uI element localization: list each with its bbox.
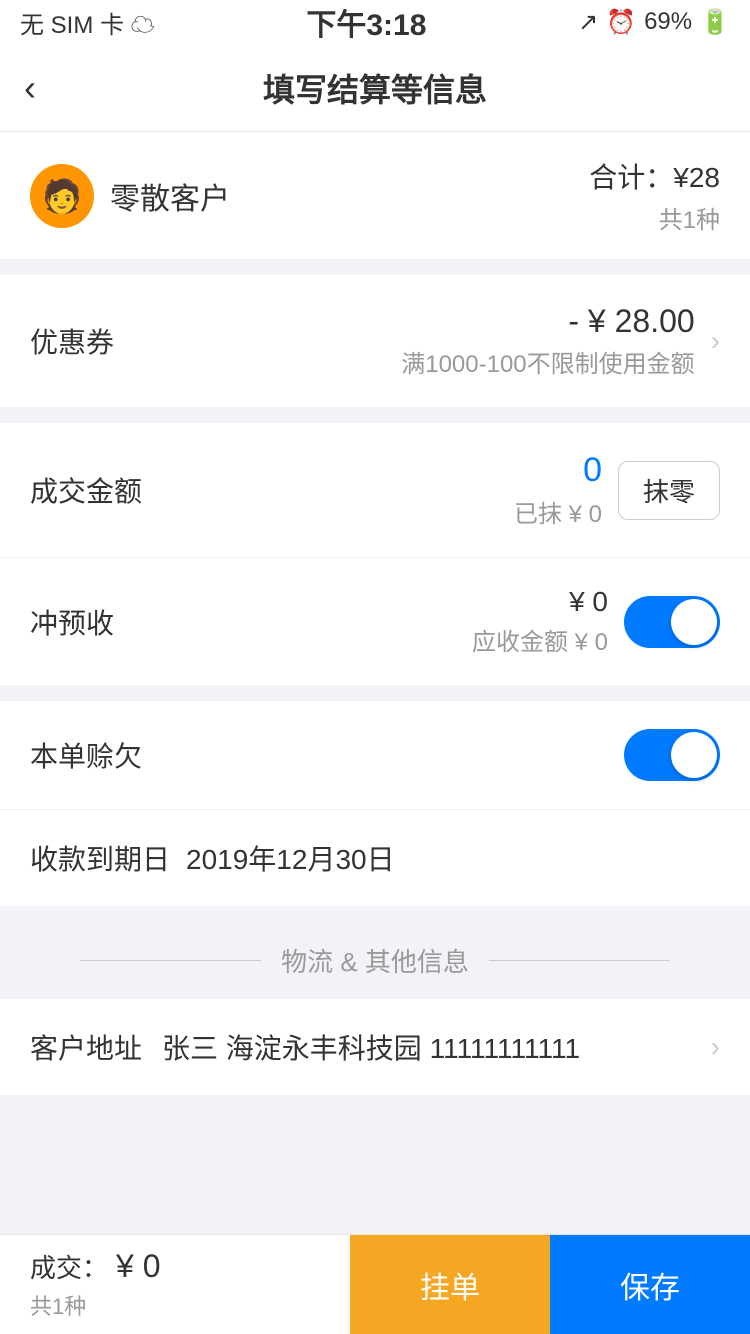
coupon-value-group: - ¥ 28.00 满1000-100不限制使用金额 <box>401 303 694 379</box>
precharge-toggle-knob <box>671 599 717 645</box>
bottom-bar: 成交： ¥ 0 共1种 挂单 保存 <box>0 1234 750 1334</box>
avatar: 🧑 <box>30 164 94 228</box>
address-label: 客户地址 <box>30 1027 142 1067</box>
coupon-section[interactable]: 优惠券 - ¥ 28.00 满1000-100不限制使用金额 › <box>0 275 750 407</box>
customer-summary: 合计：¥28 共1种 <box>589 156 720 235</box>
customer-left: 🧑 零散客户 <box>30 164 230 228</box>
transaction-section: 成交金额 0 已抹 ¥ 0 抹零 冲预收 ¥ 0 应收金额 ¥ 0 <box>0 423 750 685</box>
due-date-value: 2019年12月30日 <box>186 838 395 878</box>
transaction-sub: 已抹 ¥ 0 <box>514 494 602 529</box>
coupon-chevron: › <box>711 325 720 357</box>
coupon-right: - ¥ 28.00 满1000-100不限制使用金额 › <box>401 303 720 379</box>
bottom-info: 成交： ¥ 0 共1种 <box>0 1235 350 1334</box>
status-right: ↗ ⏰ 69% 🔋 <box>578 8 730 37</box>
total-count: 共1种 <box>589 200 720 235</box>
debt-label: 本单赊欠 <box>30 735 142 775</box>
nav-bar: ‹ 填写结算等信息 <box>0 44 750 132</box>
precharge-toggle[interactable] <box>624 596 720 648</box>
bottom-deal: 成交： ¥ 0 <box>30 1248 320 1285</box>
precharge-label: 冲预收 <box>30 602 114 642</box>
bottom-deal-label: 成交： <box>30 1248 108 1285</box>
bottom-deal-amount: ¥ 0 <box>116 1248 160 1285</box>
transaction-value-group: 0 已抹 ¥ 0 <box>514 451 602 529</box>
customer-section: 🧑 零散客户 合计：¥28 共1种 <box>0 132 750 259</box>
customer-name: 零散客户 <box>110 174 230 218</box>
transaction-amount[interactable]: 0 <box>514 451 602 490</box>
status-left: 无 SIM 卡 ☁ <box>20 5 155 40</box>
main-content: 🧑 零散客户 合计：¥28 共1种 优惠券 - ¥ 28.00 满1000-10… <box>0 132 750 1211</box>
due-date-label: 收款到期日 <box>30 838 170 878</box>
precharge-sub: 应收金额 ¥ 0 <box>472 622 608 657</box>
save-button[interactable]: 保存 <box>550 1235 750 1334</box>
precharge-right: ¥ 0 应收金额 ¥ 0 <box>472 586 720 657</box>
status-bar: 无 SIM 卡 ☁ 下午3:18 ↗ ⏰ 69% 🔋 <box>0 0 750 44</box>
address-row[interactable]: 客户地址 张三 海淀永丰科技园 11111111111 › <box>0 999 750 1095</box>
page-title: 填写结算等信息 <box>263 65 487 111</box>
transaction-label: 成交金额 <box>30 470 142 510</box>
address-chevron: › <box>711 1031 720 1063</box>
precharge-amount: ¥ 0 <box>472 586 608 618</box>
due-date-row: 收款到期日 2019年12月30日 <box>0 809 750 906</box>
debt-toggle-knob <box>671 732 717 778</box>
location-icon: ↗ <box>578 8 598 37</box>
back-button[interactable]: ‹ <box>24 67 36 109</box>
debt-section: 本单赊欠 收款到期日 2019年12月30日 <box>0 701 750 906</box>
customer-row: 🧑 零散客户 合计：¥28 共1种 <box>0 132 750 259</box>
battery-icon: 🔋 <box>700 8 730 37</box>
round-button[interactable]: 抹零 <box>618 461 720 520</box>
precharge-row: 冲预收 ¥ 0 应收金额 ¥ 0 <box>0 557 750 685</box>
alarm-icon: ⏰ <box>606 8 636 37</box>
bottom-count: 共1种 <box>30 1289 320 1321</box>
debt-row: 本单赊欠 <box>0 701 750 809</box>
transaction-right: 0 已抹 ¥ 0 抹零 <box>514 451 720 529</box>
precharge-value-group: ¥ 0 应收金额 ¥ 0 <box>472 586 608 657</box>
signal-text: 无 SIM 卡 ☁ <box>20 5 155 40</box>
status-time: 下午3:18 <box>306 0 426 44</box>
address-value: 张三 海淀永丰科技园 11111111111 <box>162 1027 691 1067</box>
logistics-label: 物流 & 其他信息 <box>261 942 489 979</box>
transaction-row: 成交金额 0 已抹 ¥ 0 抹零 <box>0 423 750 557</box>
address-section[interactable]: 客户地址 张三 海淀永丰科技园 11111111111 › <box>0 999 750 1095</box>
discount-amount: - ¥ 28.00 <box>401 303 694 340</box>
coupon-label: 优惠券 <box>30 321 114 361</box>
debt-toggle[interactable] <box>624 729 720 781</box>
total-amount: 合计：¥28 <box>589 156 720 196</box>
avatar-icon: 🧑 <box>42 177 82 215</box>
discount-desc: 满1000-100不限制使用金额 <box>401 344 694 379</box>
coupon-row[interactable]: 优惠券 - ¥ 28.00 满1000-100不限制使用金额 › <box>0 275 750 407</box>
hang-button[interactable]: 挂单 <box>350 1235 550 1334</box>
logistics-divider: 物流 & 其他信息 <box>0 922 750 999</box>
battery-text: 69% <box>644 8 692 36</box>
debt-right <box>624 729 720 781</box>
